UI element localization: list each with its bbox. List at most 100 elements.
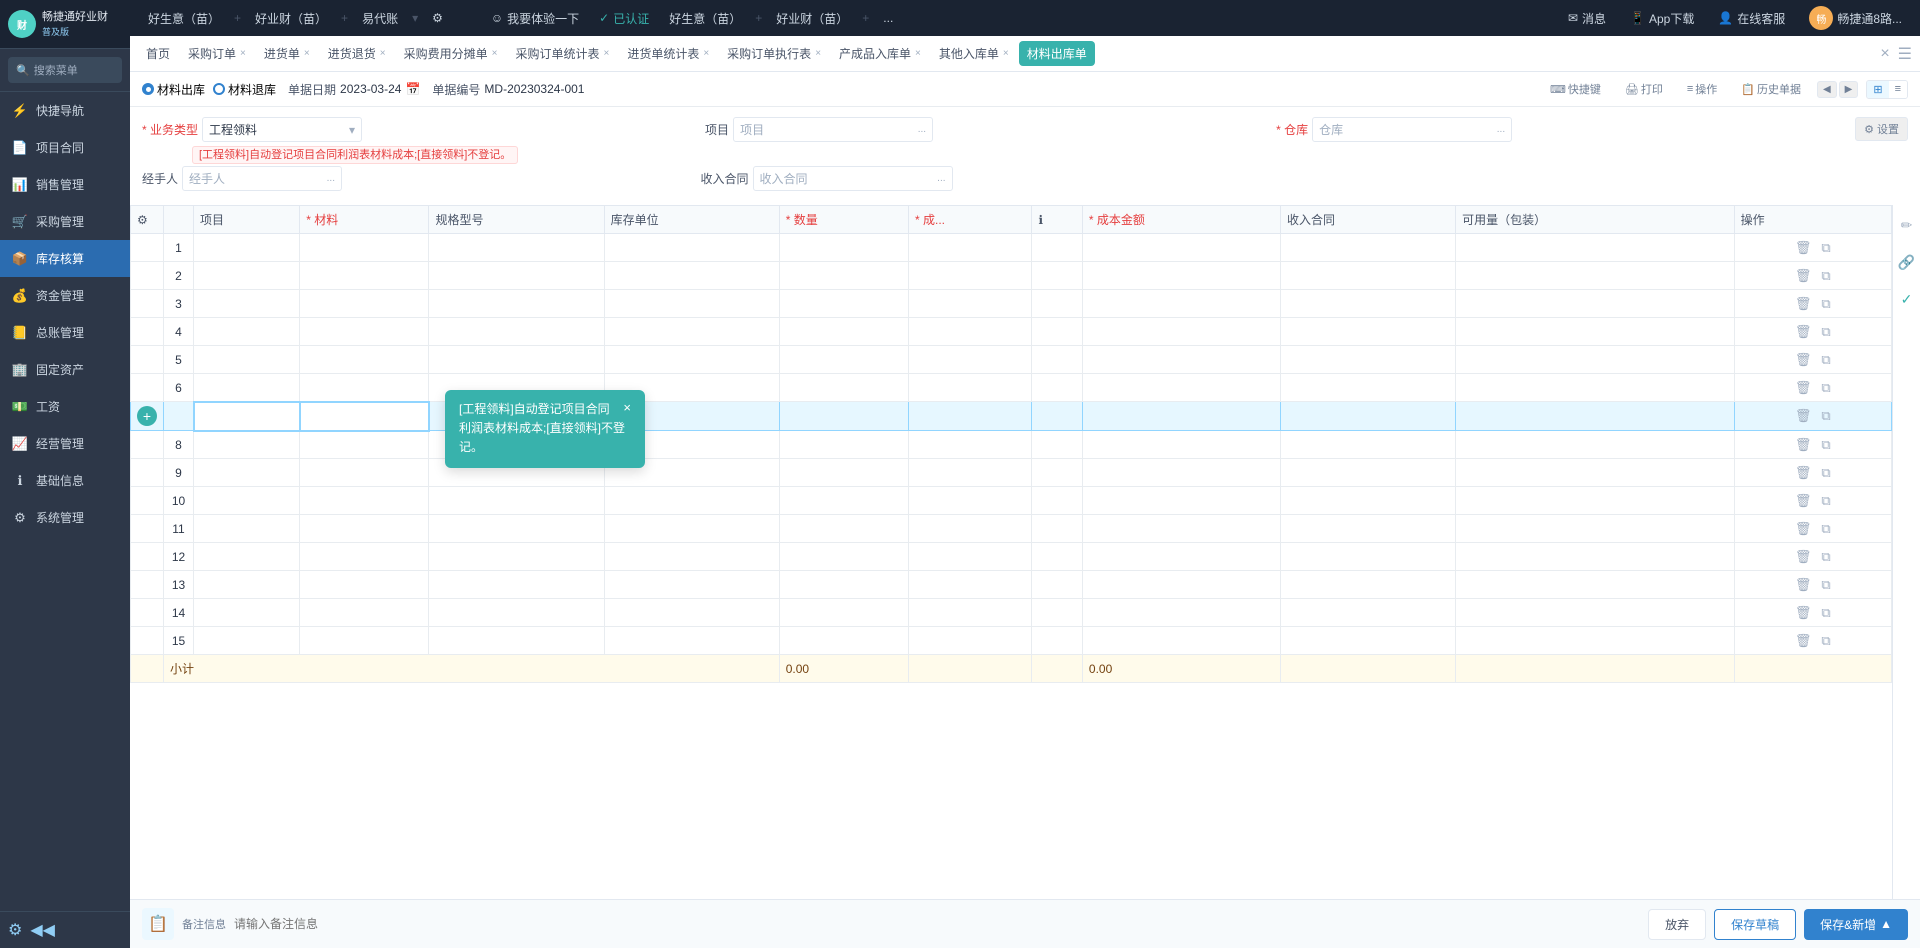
experience-btn[interactable]: ☺ 我要体验一下 <box>485 7 585 30</box>
row-cost-price-1[interactable] <box>908 234 1032 262</box>
row-project-6[interactable] <box>194 374 300 402</box>
row-warehouse-unit-5[interactable] <box>604 346 779 374</box>
good-finance2-btn[interactable]: 好业财（苗） <box>770 7 854 30</box>
row-warehouse-unit-12[interactable] <box>604 543 779 571</box>
row-cost-price-5[interactable] <box>908 346 1032 374</box>
tab-receipt-stats[interactable]: 进货单统计表 × <box>619 41 717 66</box>
row-delete-btn-14[interactable]: 🗑 <box>1792 604 1815 622</box>
row-quantity-9[interactable] <box>779 459 908 487</box>
row-cost-amount-9[interactable] <box>1082 459 1280 487</box>
row-income-contract-6[interactable] <box>1281 374 1456 402</box>
row-spec-15[interactable] <box>429 627 604 655</box>
sidebar-item-finance-mgmt[interactable]: 💰 资金管理 <box>0 277 130 314</box>
row-delete-btn-7[interactable]: 🗑 <box>1792 407 1815 425</box>
row-quantity-4[interactable] <box>779 318 908 346</box>
row-copy-btn-13[interactable]: ⧉ <box>1818 576 1833 594</box>
business-type-select[interactable]: 工程领料 ▾ <box>202 117 362 142</box>
easy-account-btn[interactable]: 易代账 <box>356 7 404 30</box>
row-project-12[interactable] <box>194 543 300 571</box>
tab-product-instock[interactable]: 产成品入库单 × <box>831 41 929 66</box>
tab-product-instock-close[interactable]: × <box>915 48 921 59</box>
row-quantity-10[interactable] <box>779 487 908 515</box>
row-warehouse-unit-2[interactable] <box>604 262 779 290</box>
row-cost-amount-7[interactable] <box>1082 402 1280 431</box>
row-income-contract-13[interactable] <box>1281 571 1456 599</box>
row-quantity-8[interactable] <box>779 431 908 459</box>
row-spec-5[interactable] <box>429 346 604 374</box>
radio-material-return[interactable]: 材料退库 <box>213 81 276 98</box>
row-cost-price-11[interactable] <box>908 515 1032 543</box>
certified-badge[interactable]: ✓ 已认证 <box>593 7 655 30</box>
tab-home[interactable]: 首页 <box>138 41 178 66</box>
row-copy-btn-4[interactable]: ⧉ <box>1818 323 1833 341</box>
row-warehouse-unit-4[interactable] <box>604 318 779 346</box>
row-warehouse-unit-13[interactable] <box>604 571 779 599</box>
row-project-5[interactable] <box>194 346 300 374</box>
row-income-contract-1[interactable] <box>1281 234 1456 262</box>
sidebar-item-basic-info[interactable]: ℹ 基础信息 <box>0 462 130 499</box>
row-copy-btn-11[interactable]: ⧉ <box>1818 520 1833 538</box>
sidebar-item-ledger[interactable]: 📒 总账管理 <box>0 314 130 351</box>
settings-icon[interactable]: ⚙ <box>8 920 22 940</box>
row-cost-price-4[interactable] <box>908 318 1032 346</box>
row-quantity-12[interactable] <box>779 543 908 571</box>
tab-purchase-exec[interactable]: 采购订单执行表 × <box>719 41 829 66</box>
row-warehouse-unit-1[interactable] <box>604 234 779 262</box>
sidebar-item-fixed-assets[interactable]: 🏢 固定资产 <box>0 351 130 388</box>
row-income-contract-9[interactable] <box>1281 459 1456 487</box>
notes-input[interactable] <box>234 917 1636 931</box>
row-delete-btn-1[interactable]: 🗑 <box>1792 239 1815 257</box>
row-project-1[interactable] <box>194 234 300 262</box>
tooltip-close-btn[interactable]: × <box>623 400 631 415</box>
tab-purchase-return-close[interactable]: × <box>380 48 386 59</box>
row-cost-amount-3[interactable] <box>1082 290 1280 318</box>
row-spec-12[interactable] <box>429 543 604 571</box>
right-panel-link-icon[interactable]: 🔗 <box>1894 250 1919 275</box>
row-copy-btn-10[interactable]: ⧉ <box>1818 492 1833 510</box>
warehouse-input[interactable]: 仓库 ... <box>1312 117 1512 142</box>
row-warehouse-unit-3[interactable] <box>604 290 779 318</box>
row-quantity-7[interactable] <box>779 402 908 431</box>
row-cost-amount-11[interactable] <box>1082 515 1280 543</box>
row-warehouse-unit-11[interactable] <box>604 515 779 543</box>
add-row-btn[interactable]: + <box>137 406 157 426</box>
row-income-contract-15[interactable] <box>1281 627 1456 655</box>
right-panel-check-icon[interactable]: ✓ <box>1897 287 1917 312</box>
row-spec-14[interactable] <box>429 599 604 627</box>
collapse-icon[interactable]: ◀◀ <box>30 920 55 940</box>
radio-material-out[interactable]: 材料出库 <box>142 81 205 98</box>
row-project-15[interactable] <box>194 627 300 655</box>
topbar-settings-btn[interactable]: ⚙ <box>426 8 449 28</box>
user-menu-btn[interactable]: 畅 畅捷通8路... <box>1803 3 1908 33</box>
row-material-2[interactable] <box>300 262 429 290</box>
calendar-icon[interactable]: 📅 <box>405 82 420 96</box>
col-gear[interactable]: ⚙ <box>131 206 164 234</box>
row-copy-btn-6[interactable]: ⧉ <box>1818 379 1833 397</box>
online-service-btn[interactable]: 👤 在线客服 <box>1712 7 1791 30</box>
row-material-4[interactable] <box>300 318 429 346</box>
row-cost-amount-4[interactable] <box>1082 318 1280 346</box>
form-settings-btn[interactable]: ⚙ 设置 <box>1855 117 1908 141</box>
sidebar-item-business-mgmt[interactable]: 📈 经营管理 <box>0 425 130 462</box>
row-cost-amount-1[interactable] <box>1082 234 1280 262</box>
more-btn[interactable]: ... <box>877 8 899 28</box>
sidebar-item-purchase-mgmt[interactable]: 🛒 采购管理 <box>0 203 130 240</box>
sidebar-item-quick-nav[interactable]: ⚡ 快捷导航 <box>0 92 130 129</box>
row-cost-price-10[interactable] <box>908 487 1032 515</box>
tab-purchase-receipt-close[interactable]: × <box>304 48 310 59</box>
row-cost-amount-10[interactable] <box>1082 487 1280 515</box>
save-draft-btn[interactable]: 保存草稿 <box>1714 909 1796 940</box>
row-spec-10[interactable] <box>429 487 604 515</box>
row-delete-btn-15[interactable]: 🗑 <box>1792 632 1815 650</box>
actions-btn[interactable]: ≡ 操作 <box>1679 78 1725 100</box>
row-income-contract-4[interactable] <box>1281 318 1456 346</box>
row-spec-11[interactable] <box>429 515 604 543</box>
row-copy-btn-5[interactable]: ⧉ <box>1818 351 1833 369</box>
row-copy-btn-1[interactable]: ⧉ <box>1818 239 1833 257</box>
row-copy-btn-2[interactable]: ⧉ <box>1818 267 1833 285</box>
sidebar-item-inventory[interactable]: 📦 库存核算 <box>0 240 130 277</box>
row-cost-price-15[interactable] <box>908 627 1032 655</box>
row-material-3[interactable] <box>300 290 429 318</box>
row-copy-btn-7[interactable]: ⧉ <box>1818 407 1833 425</box>
row-delete-btn-3[interactable]: 🗑 <box>1792 295 1815 313</box>
